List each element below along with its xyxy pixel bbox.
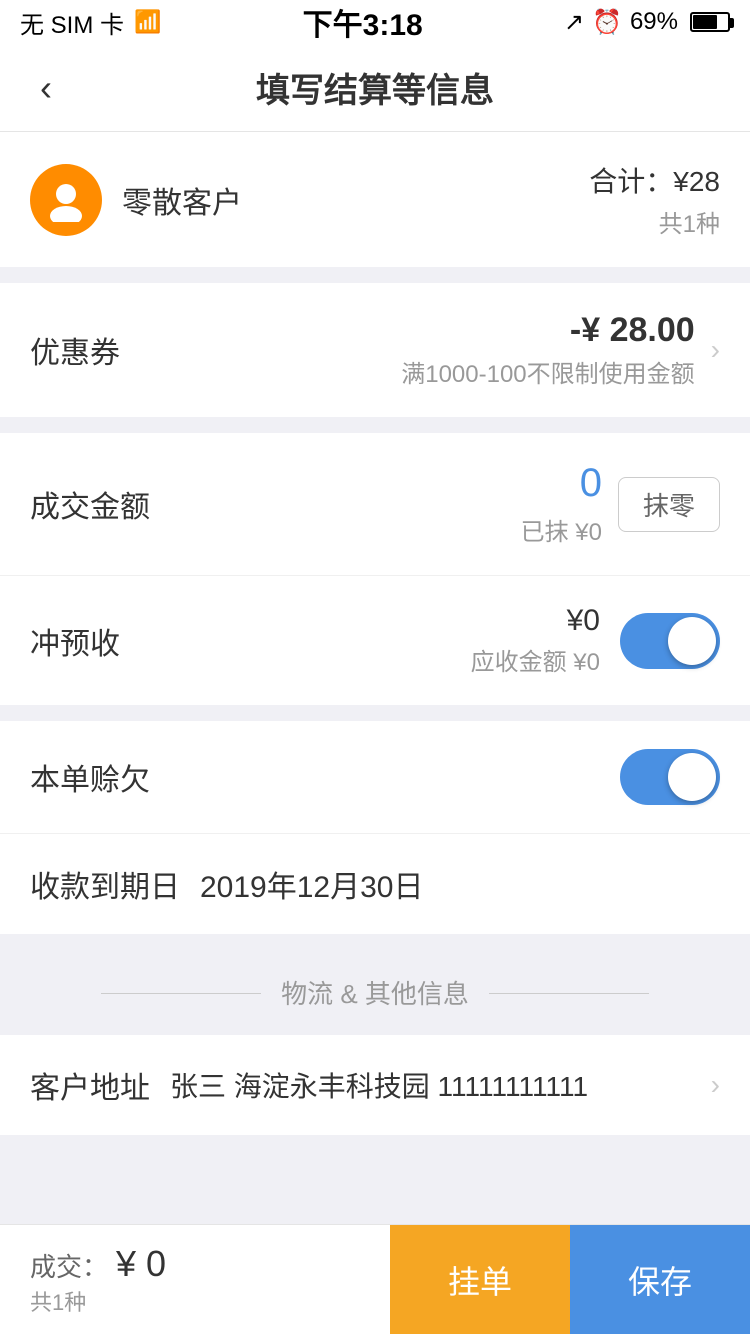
debt-label: 本单赊欠 bbox=[30, 755, 150, 799]
coupon-amount: -¥ 28.00 bbox=[401, 311, 694, 350]
customer-name: 零散客户 bbox=[122, 178, 242, 222]
transaction-section: 成交金额 0 已抹 ¥0 抹零 冲预收 ¥0 应收金额 ¥0 bbox=[0, 433, 750, 705]
footer-transaction-label: 成交： bbox=[30, 1247, 108, 1284]
battery-percent: 69% bbox=[630, 8, 678, 36]
total-amount-label: 合计：¥28 bbox=[589, 160, 720, 200]
customer-total: 合计：¥28 共1种 bbox=[589, 160, 720, 239]
transaction-value-wrap: 0 已抹 ¥0 bbox=[521, 461, 602, 547]
transaction-label: 成交金额 bbox=[30, 482, 150, 526]
debt-toggle-thumb bbox=[668, 753, 716, 801]
footer-info: 成交： ¥ 0 共1种 bbox=[0, 1225, 390, 1334]
transaction-amount[interactable]: 0 bbox=[521, 461, 602, 506]
carrier-label: 无 SIM 卡 bbox=[20, 5, 124, 40]
address-chevron: › bbox=[711, 1069, 720, 1101]
coupon-sub: 满1000-100不限制使用金额 bbox=[401, 354, 694, 389]
customer-section: 零散客户 合计：¥28 共1种 bbox=[0, 132, 750, 267]
location-icon: ↗ bbox=[564, 8, 584, 37]
battery-icon bbox=[690, 12, 730, 32]
prepay-right: ¥0 应收金额 ¥0 bbox=[471, 604, 720, 677]
due-date-value: 2019年12月30日 bbox=[200, 862, 423, 906]
prepay-amount: ¥0 bbox=[471, 604, 600, 638]
coupon-chevron: › bbox=[711, 334, 720, 366]
coupon-right: -¥ 28.00 满1000-100不限制使用金额 › bbox=[401, 311, 720, 389]
due-date-row: 收款到期日 2019年12月30日 bbox=[0, 833, 750, 934]
status-bar: 无 SIM 卡 📶 下午3:18 ↗ ⏰ 69% bbox=[0, 0, 750, 44]
address-value: 张三 海淀永丰科技园 11111111111 bbox=[170, 1065, 711, 1105]
back-button[interactable]: ‹ bbox=[30, 57, 62, 119]
customer-left: 零散客户 bbox=[30, 164, 242, 236]
coupon-label: 优惠券 bbox=[30, 328, 120, 372]
status-right: ↗ ⏰ 69% bbox=[564, 8, 730, 37]
address-row[interactable]: 客户地址 张三 海淀永丰科技园 11111111111 › bbox=[0, 1035, 750, 1135]
address-section[interactable]: 客户地址 张三 海淀永丰科技园 11111111111 › bbox=[0, 1035, 750, 1135]
page-title: 填写结算等信息 bbox=[256, 63, 494, 112]
total-count: 共1种 bbox=[589, 204, 720, 239]
amount-row: 成交金额 0 已抹 ¥0 抹零 bbox=[0, 433, 750, 576]
prepay-label: 冲预收 bbox=[30, 619, 120, 663]
due-date-label: 收款到期日 bbox=[30, 862, 180, 906]
wifi-icon: 📶 bbox=[134, 9, 161, 35]
logistics-title: 物流 & 其他信息 bbox=[281, 974, 469, 1011]
save-button[interactable]: 保存 bbox=[570, 1225, 750, 1334]
logistics-header: 物流 & 其他信息 bbox=[0, 950, 750, 1035]
debt-toggle[interactable] bbox=[620, 749, 720, 805]
address-label: 客户地址 bbox=[30, 1063, 150, 1107]
prepay-toggle[interactable] bbox=[620, 613, 720, 669]
transaction-sub: 已抹 ¥0 bbox=[521, 512, 602, 547]
alarm-icon: ⏰ bbox=[592, 8, 622, 37]
prepay-sub: 应收金额 ¥0 bbox=[471, 642, 600, 677]
coupon-section[interactable]: 优惠券 -¥ 28.00 满1000-100不限制使用金额 › bbox=[0, 283, 750, 417]
debt-row: 本单赊欠 bbox=[0, 721, 750, 833]
status-time: 下午3:18 bbox=[303, 0, 423, 44]
coupon-row[interactable]: 优惠券 -¥ 28.00 满1000-100不限制使用金额 › bbox=[0, 283, 750, 417]
prepay-value-wrap: ¥0 应收金额 ¥0 bbox=[471, 604, 600, 677]
round-button[interactable]: 抹零 bbox=[618, 477, 720, 532]
content: 零散客户 合计：¥28 共1种 优惠券 -¥ 28.00 满1000-100不限… bbox=[0, 132, 750, 1271]
nav-bar: ‹ 填写结算等信息 bbox=[0, 44, 750, 132]
toggle-thumb bbox=[668, 617, 716, 665]
status-left: 无 SIM 卡 📶 bbox=[20, 5, 161, 40]
debt-section: 本单赊欠 收款到期日 2019年12月30日 bbox=[0, 721, 750, 934]
coupon-value: -¥ 28.00 满1000-100不限制使用金额 bbox=[401, 311, 694, 389]
transaction-right: 0 已抹 ¥0 抹零 bbox=[521, 461, 720, 547]
footer-count: 共1种 bbox=[30, 1285, 360, 1317]
pending-button[interactable]: 挂单 bbox=[390, 1225, 570, 1334]
footer: 成交： ¥ 0 共1种 挂单 保存 bbox=[0, 1224, 750, 1334]
avatar bbox=[30, 164, 102, 236]
footer-transaction-amount: ¥ 0 bbox=[116, 1243, 166, 1285]
prepay-row: 冲预收 ¥0 应收金额 ¥0 bbox=[0, 576, 750, 705]
